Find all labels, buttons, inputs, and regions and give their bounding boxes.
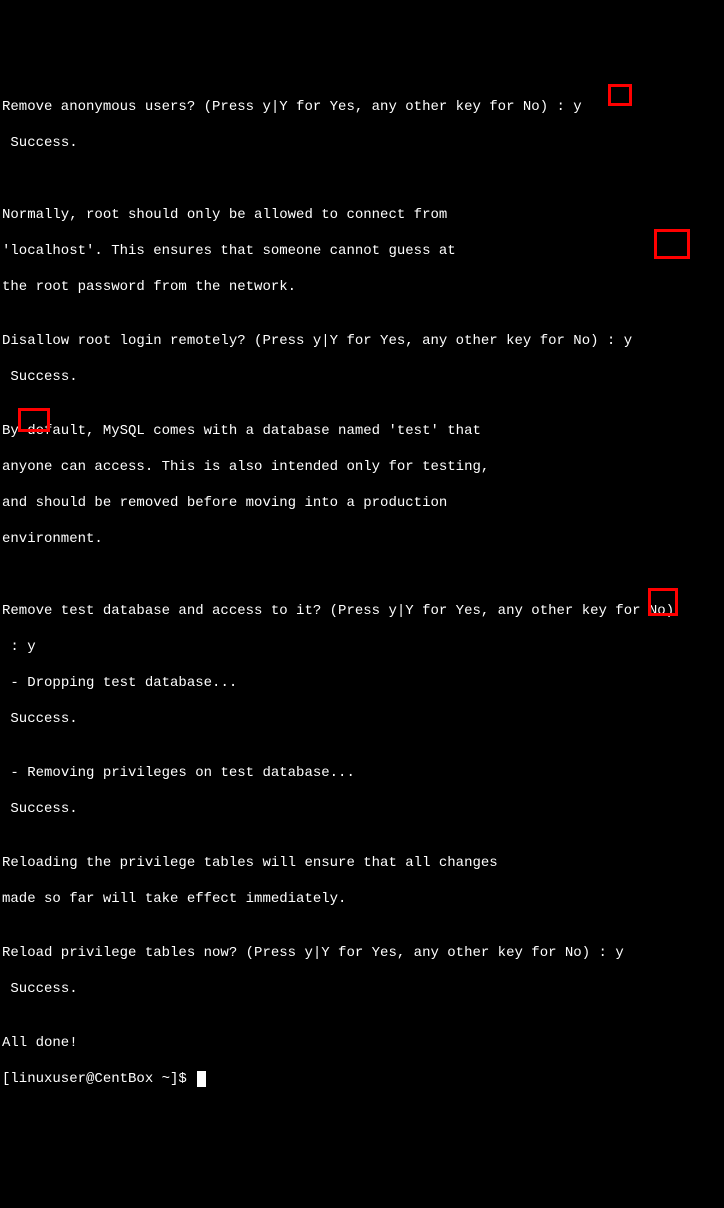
output-line: Success. <box>2 980 722 998</box>
output-line: : y <box>2 638 722 656</box>
user-input-y: y <box>27 639 35 655</box>
highlight-box <box>654 229 690 259</box>
output-line: environment. <box>2 530 722 548</box>
prompt-text: Disallow root login remotely? (Press y|Y… <box>2 333 624 349</box>
highlight-box <box>18 408 50 432</box>
output-line: All done! <box>2 1034 722 1052</box>
terminal[interactable]: Remove anonymous users? (Press y|Y for Y… <box>2 80 722 1178</box>
output-line: made so far will take effect immediately… <box>2 890 722 908</box>
shell-prompt-line[interactable]: [linuxuser@CentBox ~]$ <box>2 1070 722 1088</box>
prompt-text: Remove anonymous users? (Press y|Y for Y… <box>2 99 573 115</box>
output-line: 'localhost'. This ensures that someone c… <box>2 242 722 260</box>
output-line: Normally, root should only be allowed to… <box>2 206 722 224</box>
user-input-y: y <box>573 99 581 115</box>
highlight-box <box>608 84 632 106</box>
output-line: Reloading the privilege tables will ensu… <box>2 854 722 872</box>
output-line: Disallow root login remotely? (Press y|Y… <box>2 332 722 350</box>
output-line: Success. <box>2 134 722 152</box>
output-line: Success. <box>2 800 722 818</box>
output-line: Reload privilege tables now? (Press y|Y … <box>2 944 722 962</box>
prompt-text: : <box>2 639 27 655</box>
output-line: and should be removed before moving into… <box>2 494 722 512</box>
shell-prompt: [linuxuser@CentBox ~]$ <box>2 1071 195 1087</box>
output-line: the root password from the network. <box>2 278 722 296</box>
user-input-y: y <box>615 945 623 961</box>
highlight-box <box>648 588 678 616</box>
output-line: anyone can access. This is also intended… <box>2 458 722 476</box>
cursor-icon <box>197 1071 206 1087</box>
output-line: Remove test database and access to it? (… <box>2 602 722 620</box>
prompt-text: Reload privilege tables now? (Press y|Y … <box>2 945 615 961</box>
output-line: Success. <box>2 710 722 728</box>
output-line: - Dropping test database... <box>2 674 722 692</box>
user-input-y: y <box>624 333 632 349</box>
output-line: - Removing privileges on test database..… <box>2 764 722 782</box>
output-line: By default, MySQL comes with a database … <box>2 422 722 440</box>
output-line: Success. <box>2 368 722 386</box>
